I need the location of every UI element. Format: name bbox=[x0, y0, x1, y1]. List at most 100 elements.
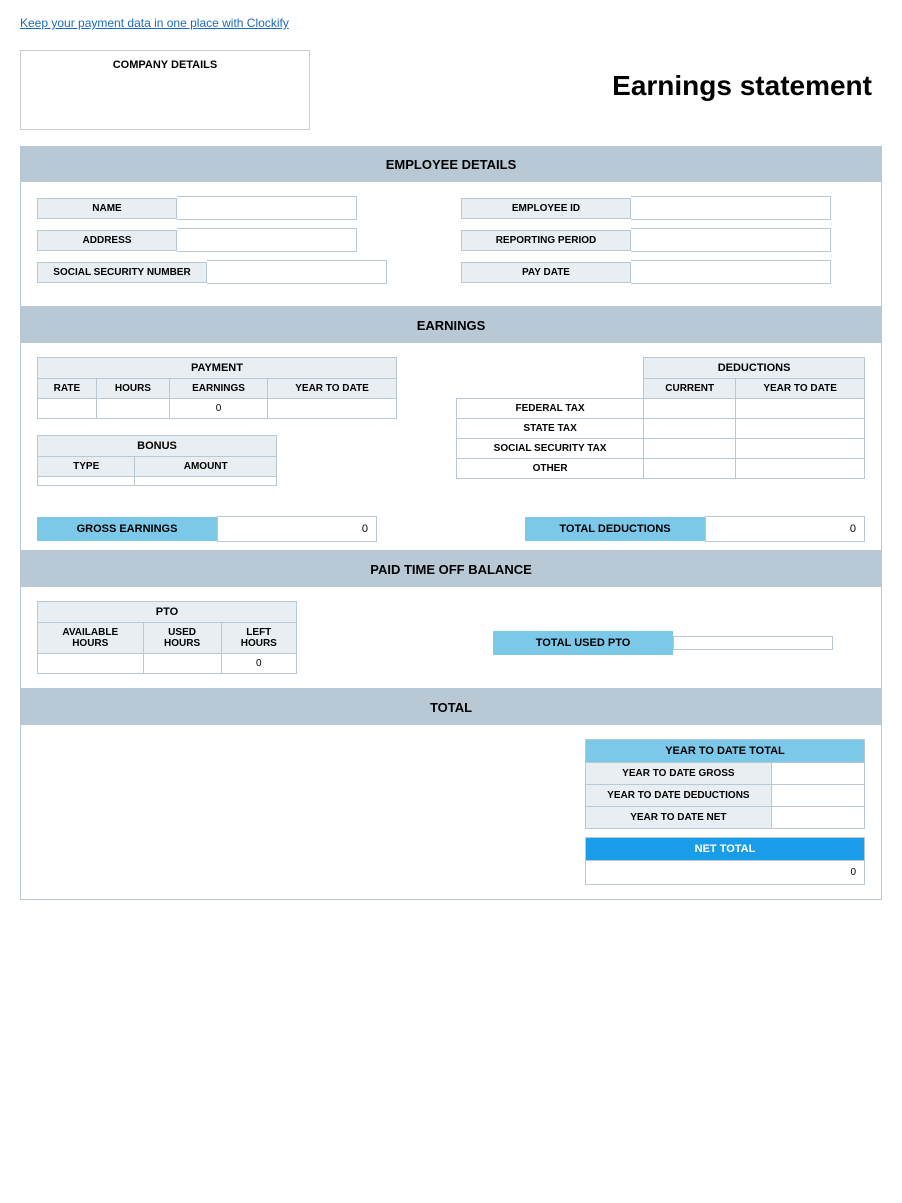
total-pto-label: TOTAL USED PTO bbox=[493, 631, 673, 655]
ssn-label: SOCIAL SECURITY NUMBER bbox=[37, 262, 207, 283]
name-label: NAME bbox=[37, 198, 177, 219]
deductions-current bbox=[644, 419, 736, 439]
total-deductions-label: TOTAL DEDUCTIONS bbox=[525, 517, 705, 541]
bonus-col-amount: AMOUNT bbox=[135, 457, 277, 477]
deductions-current bbox=[644, 399, 736, 419]
employee-id-field: EMPLOYEE ID bbox=[461, 196, 865, 220]
details-row-2: ADDRESS REPORTING PERIOD bbox=[37, 228, 865, 252]
header-area: COMPANY DETAILS Earnings statement bbox=[20, 50, 882, 130]
reporting-period-label: REPORTING PERIOD bbox=[461, 230, 631, 251]
earnings-left: PAYMENT RATE HOURS EARNINGS YEAR TO DATE… bbox=[37, 357, 446, 486]
ytd-row-value bbox=[771, 807, 864, 829]
ytd-row-label: YEAR TO DATE DEDUCTIONS bbox=[586, 785, 772, 807]
pto-section: PAID TIME OFF BALANCE PTO AVAILABLE HOUR… bbox=[20, 551, 882, 689]
ytd-row: YEAR TO DATE GROSS bbox=[586, 763, 865, 785]
pto-row: 0 bbox=[38, 654, 297, 674]
total-right-panel: YEAR TO DATE TOTAL YEAR TO DATE GROSS YE… bbox=[585, 739, 865, 885]
ytd-table: YEAR TO DATE TOTAL YEAR TO DATE GROSS YE… bbox=[585, 739, 865, 829]
bonus-table-header: BONUS bbox=[38, 436, 277, 457]
deductions-col-current: CURRENT bbox=[644, 379, 736, 399]
deductions-spacer bbox=[457, 358, 644, 379]
payment-rate bbox=[38, 399, 97, 419]
earnings-header: EARNINGS bbox=[21, 308, 881, 343]
ytd-row-label: YEAR TO DATE NET bbox=[586, 807, 772, 829]
payment-earnings: 0 bbox=[170, 399, 268, 419]
payment-col-ytd: YEAR TO DATE bbox=[268, 379, 397, 399]
company-box: COMPANY DETAILS bbox=[20, 50, 310, 130]
top-link-container: Keep your payment data in one place with… bbox=[20, 16, 882, 30]
net-total-value: 0 bbox=[586, 861, 865, 885]
payment-col-hours: HOURS bbox=[96, 379, 169, 399]
bonus-type bbox=[38, 477, 135, 486]
name-field: NAME bbox=[37, 196, 441, 220]
gross-earnings-total: GROSS EARNINGS 0 bbox=[37, 516, 377, 542]
pto-col-left: LEFT HOURS bbox=[221, 623, 296, 654]
earnings-statement-title: Earnings statement bbox=[612, 70, 872, 102]
deductions-table: DEDUCTIONS CURRENT YEAR TO DATE FEDERAL … bbox=[456, 357, 865, 479]
net-total-row: 0 bbox=[586, 861, 865, 885]
employee-details-body: NAME EMPLOYEE ID ADDRESS REPORTING PERIO… bbox=[21, 182, 881, 306]
employee-details-header: EMPLOYEE DETAILS bbox=[21, 147, 881, 182]
deductions-row: SOCIAL SECURITY TAX bbox=[457, 439, 865, 459]
name-value bbox=[177, 196, 357, 220]
pto-header: PAID TIME OFF BALANCE bbox=[21, 552, 881, 587]
bonus-row bbox=[38, 477, 277, 486]
address-label: ADDRESS bbox=[37, 230, 177, 251]
employee-id-label: EMPLOYEE ID bbox=[461, 198, 631, 219]
employee-id-value bbox=[631, 196, 831, 220]
payment-col-earnings: EARNINGS bbox=[170, 379, 268, 399]
pto-body: PTO AVAILABLE HOURS USED HOURS LEFT HOUR… bbox=[21, 587, 881, 688]
reporting-period-field: REPORTING PERIOD bbox=[461, 228, 865, 252]
deductions-row: STATE TAX bbox=[457, 419, 865, 439]
bonus-amount bbox=[135, 477, 277, 486]
ytd-row: YEAR TO DATE NET bbox=[586, 807, 865, 829]
details-row-3: SOCIAL SECURITY NUMBER PAY DATE bbox=[37, 260, 865, 284]
address-field: ADDRESS bbox=[37, 228, 441, 252]
pto-available bbox=[38, 654, 144, 674]
total-deductions-total: TOTAL DEDUCTIONS 0 bbox=[525, 516, 865, 542]
employee-details-section: EMPLOYEE DETAILS NAME EMPLOYEE ID ADDRES… bbox=[20, 146, 882, 307]
net-total-header: NET TOTAL bbox=[586, 838, 865, 861]
payment-hours bbox=[96, 399, 169, 419]
total-deductions-value: 0 bbox=[705, 516, 865, 542]
clockify-link[interactable]: Keep your payment data in one place with… bbox=[20, 16, 289, 30]
bonus-col-type: TYPE bbox=[38, 457, 135, 477]
total-body: YEAR TO DATE TOTAL YEAR TO DATE GROSS YE… bbox=[21, 725, 881, 899]
pay-date-value bbox=[631, 260, 831, 284]
bonus-table: BONUS TYPE AMOUNT bbox=[37, 435, 277, 486]
pto-col-available: AVAILABLE HOURS bbox=[38, 623, 144, 654]
pay-date-field: PAY DATE bbox=[461, 260, 865, 284]
ssn-field: SOCIAL SECURITY NUMBER bbox=[37, 260, 441, 284]
total-pto-value bbox=[673, 636, 833, 650]
earnings-body: PAYMENT RATE HOURS EARNINGS YEAR TO DATE… bbox=[21, 343, 881, 500]
pto-right: TOTAL USED PTO bbox=[461, 601, 865, 655]
ytd-row-value bbox=[771, 785, 864, 807]
deductions-row-label: STATE TAX bbox=[457, 419, 644, 439]
deductions-ytd bbox=[736, 419, 865, 439]
company-details-label: COMPANY DETAILS bbox=[113, 59, 218, 71]
ytd-row-value bbox=[771, 763, 864, 785]
deductions-row-label: FEDERAL TAX bbox=[457, 399, 644, 419]
pto-table-header: PTO bbox=[38, 602, 297, 623]
pto-table: PTO AVAILABLE HOURS USED HOURS LEFT HOUR… bbox=[37, 601, 297, 674]
deductions-row-label: SOCIAL SECURITY TAX bbox=[457, 439, 644, 459]
pto-col-used: USED HOURS bbox=[143, 623, 221, 654]
reporting-period-value bbox=[631, 228, 831, 252]
totals-row: GROSS EARNINGS 0 TOTAL DEDUCTIONS 0 bbox=[21, 508, 881, 550]
ytd-table-header: YEAR TO DATE TOTAL bbox=[586, 740, 865, 763]
gross-earnings-label: GROSS EARNINGS bbox=[37, 517, 217, 541]
deductions-row-label: OTHER bbox=[457, 459, 644, 479]
net-total-table: NET TOTAL 0 bbox=[585, 837, 865, 885]
total-header: TOTAL bbox=[21, 690, 881, 725]
payment-table-header: PAYMENT bbox=[38, 358, 397, 379]
ssn-value bbox=[207, 260, 387, 284]
total-section: TOTAL YEAR TO DATE TOTAL YEAR TO DATE GR… bbox=[20, 689, 882, 900]
pto-used bbox=[143, 654, 221, 674]
deductions-current bbox=[644, 459, 736, 479]
details-row-1: NAME EMPLOYEE ID bbox=[37, 196, 865, 220]
payment-ytd bbox=[268, 399, 397, 419]
deductions-ytd bbox=[736, 439, 865, 459]
ytd-row: YEAR TO DATE DEDUCTIONS bbox=[586, 785, 865, 807]
pto-left: PTO AVAILABLE HOURS USED HOURS LEFT HOUR… bbox=[37, 601, 441, 674]
ytd-row-label: YEAR TO DATE GROSS bbox=[586, 763, 772, 785]
